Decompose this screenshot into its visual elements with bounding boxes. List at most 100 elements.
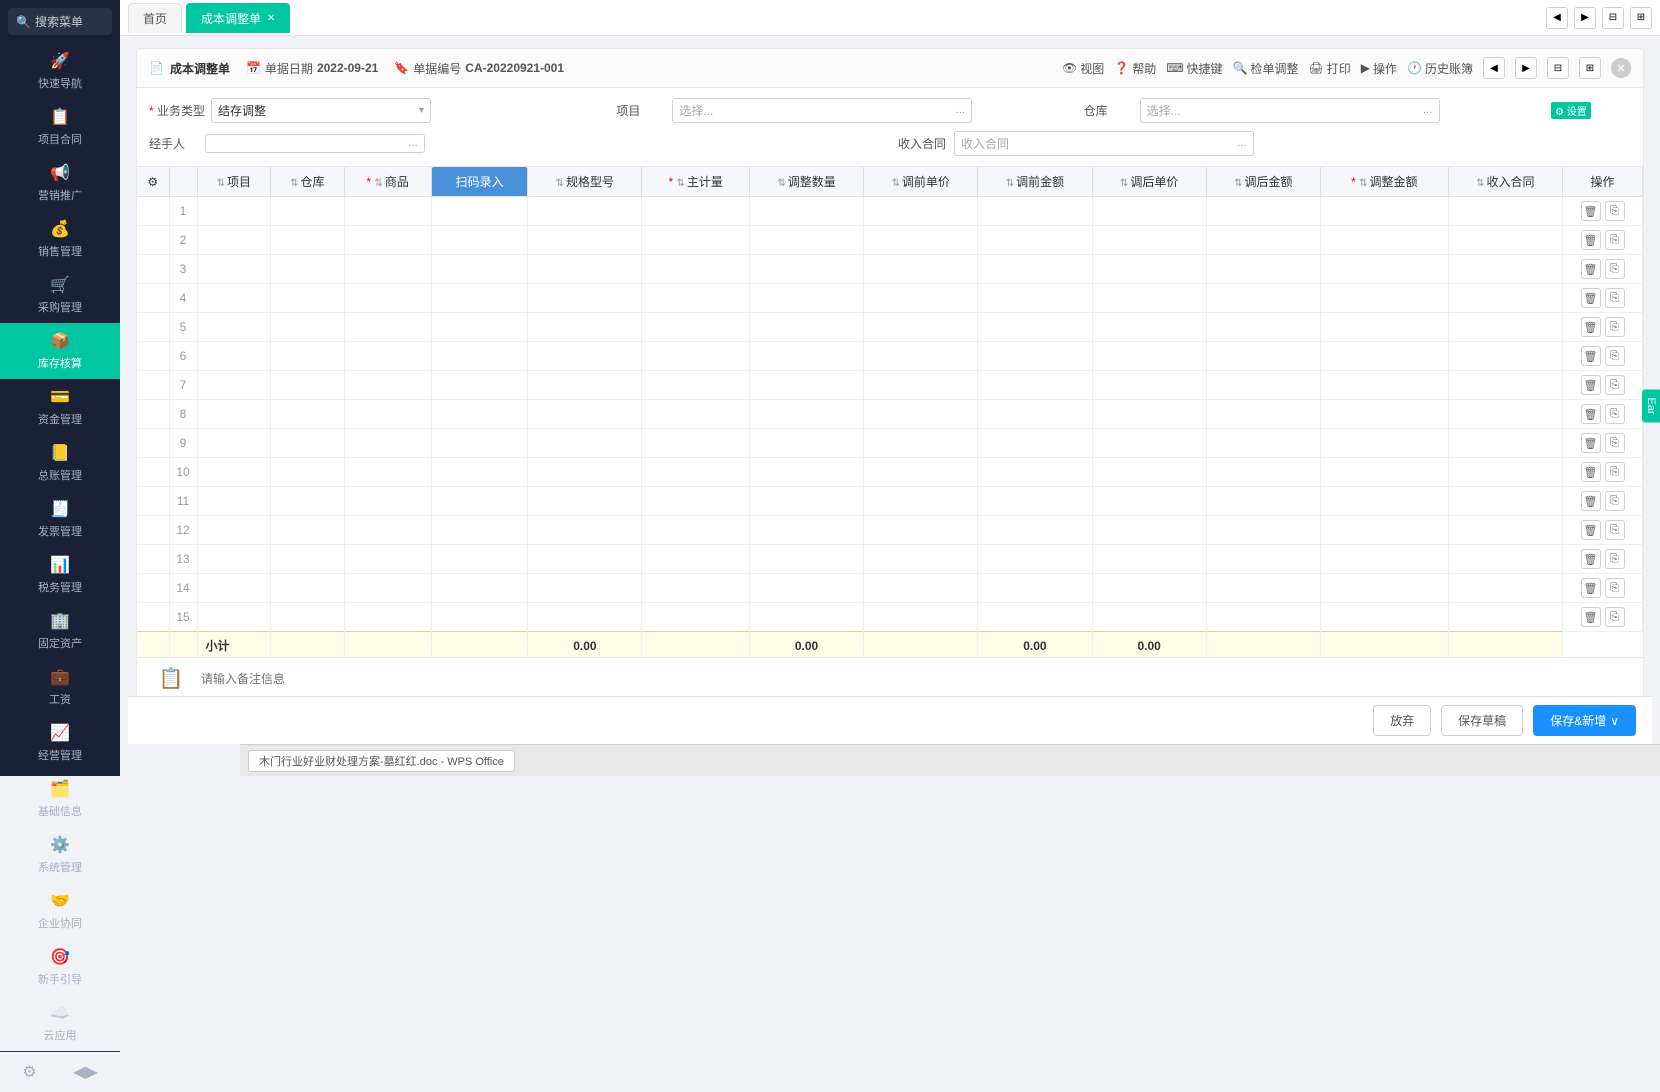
income-contract-cell[interactable] (1448, 400, 1562, 429)
after-amount-cell[interactable] (1206, 487, 1320, 516)
col-header-before-price[interactable]: ⇅调前单价 (864, 167, 978, 197)
after-amount-cell[interactable] (1206, 197, 1320, 226)
after-amount-cell[interactable] (1206, 458, 1320, 487)
tab-close-icon[interactable]: ✕ (267, 13, 275, 24)
product-cell[interactable] (344, 255, 431, 284)
product-cell[interactable] (344, 313, 431, 342)
adjust-amount-cell[interactable] (1320, 429, 1448, 458)
spec-cell[interactable] (528, 574, 642, 603)
adjust-amount-cell[interactable] (1320, 255, 1448, 284)
col-header-spec[interactable]: ⇅规格型号 (528, 167, 642, 197)
warehouse-cell[interactable] (271, 429, 345, 458)
adjust-qty-cell[interactable] (749, 487, 863, 516)
before-amount-cell[interactable] (978, 603, 1092, 632)
before-amount-cell[interactable] (978, 371, 1092, 400)
project-cell[interactable] (197, 400, 271, 429)
spec-cell[interactable] (528, 255, 642, 284)
unit-cell[interactable] (642, 313, 749, 342)
after-amount-cell[interactable] (1206, 255, 1320, 284)
income-contract-cell[interactable] (1448, 313, 1562, 342)
before-price-cell[interactable] (864, 313, 978, 342)
after-price-cell[interactable] (1092, 284, 1206, 313)
col-header-before-amount[interactable]: ⇅调前金额 (978, 167, 1092, 197)
product-cell[interactable] (344, 226, 431, 255)
product-cell[interactable] (344, 516, 431, 545)
sidebar-item-ledger-mgmt[interactable]: 📒 总账管理 (0, 435, 120, 491)
sidebar-item-fund-mgmt[interactable]: 💳 资金管理 (0, 379, 120, 435)
project-cell[interactable] (197, 487, 271, 516)
tab-home[interactable]: 首页 (128, 3, 182, 33)
product-cell[interactable] (344, 487, 431, 516)
header-next-btn[interactable]: ▶ (1515, 57, 1537, 79)
copy-row-icon[interactable]: ⎘ (1605, 201, 1625, 221)
product-cell[interactable] (344, 574, 431, 603)
warehouse-input[interactable]: 选择... … (1140, 98, 1440, 123)
col-header-unit[interactable]: ⇅主计量 (642, 167, 749, 197)
col-header-adjust-amount[interactable]: ⇅调整金额 (1320, 167, 1448, 197)
delete-row-icon[interactable]: 🗑 (1581, 259, 1601, 279)
delete-row-icon[interactable]: 🗑 (1581, 520, 1601, 540)
col-header-project[interactable]: ⇅项目 (197, 167, 271, 197)
before-price-cell[interactable] (864, 458, 978, 487)
after-price-cell[interactable] (1092, 371, 1206, 400)
adjust-qty-cell[interactable] (749, 255, 863, 284)
before-amount-cell[interactable] (978, 574, 1092, 603)
before-amount-cell[interactable] (978, 284, 1092, 313)
abandon-button[interactable]: 放弃 (1373, 705, 1431, 736)
adjust-qty-cell[interactable] (749, 400, 863, 429)
after-amount-cell[interactable] (1206, 313, 1320, 342)
after-price-cell[interactable] (1092, 603, 1206, 632)
sidebar-item-inventory-calc[interactable]: 📦 库存核算 (0, 323, 120, 379)
sidebar-item-payroll[interactable]: 💼 工资 (0, 659, 120, 715)
unit-cell[interactable] (642, 516, 749, 545)
spec-cell[interactable] (528, 400, 642, 429)
product-cell[interactable] (344, 400, 431, 429)
after-amount-cell[interactable] (1206, 574, 1320, 603)
spec-cell[interactable] (528, 545, 642, 574)
product-cell[interactable] (344, 603, 431, 632)
after-amount-cell[interactable] (1206, 342, 1320, 371)
remark-input[interactable] (201, 666, 1631, 698)
adjust-qty-cell[interactable] (749, 342, 863, 371)
copy-row-icon[interactable]: ⎘ (1605, 230, 1625, 250)
warehouse-cell[interactable] (271, 458, 345, 487)
before-price-cell[interactable] (864, 545, 978, 574)
business-type-input[interactable]: 结存调整 ▾ (211, 98, 431, 123)
adjust-amount-cell[interactable] (1320, 603, 1448, 632)
after-price-cell[interactable] (1092, 255, 1206, 284)
adjust-qty-cell[interactable] (749, 313, 863, 342)
action-check[interactable]: 🔍 检单调整 (1233, 60, 1299, 77)
after-price-cell[interactable] (1092, 429, 1206, 458)
adjust-amount-cell[interactable] (1320, 400, 1448, 429)
product-cell[interactable] (344, 458, 431, 487)
delete-row-icon[interactable]: 🗑 (1581, 375, 1601, 395)
header-layout1-btn[interactable]: ⊟ (1547, 57, 1569, 79)
adjust-amount-cell[interactable] (1320, 371, 1448, 400)
product-cell[interactable] (344, 284, 431, 313)
project-cell[interactable] (197, 284, 271, 313)
unit-cell[interactable] (642, 487, 749, 516)
adjust-qty-cell[interactable] (749, 603, 863, 632)
income-contract-cell[interactable] (1448, 371, 1562, 400)
after-price-cell[interactable] (1092, 516, 1206, 545)
sidebar-item-fixed-assets[interactable]: 🏢 固定资产 (0, 603, 120, 659)
scan-cell[interactable] (431, 226, 528, 255)
after-price-cell[interactable] (1092, 574, 1206, 603)
delete-row-icon[interactable]: 🗑 (1581, 404, 1601, 424)
scan-cell[interactable] (431, 342, 528, 371)
before-amount-cell[interactable] (978, 458, 1092, 487)
before-price-cell[interactable] (864, 487, 978, 516)
delete-row-icon[interactable]: 🗑 (1581, 491, 1601, 511)
after-price-cell[interactable] (1092, 313, 1206, 342)
adjust-amount-cell[interactable] (1320, 545, 1448, 574)
scan-cell[interactable] (431, 197, 528, 226)
income-contract-cell[interactable] (1448, 545, 1562, 574)
sidebar-item-system-mgmt[interactable]: ⚙️ 系统管理 (0, 827, 120, 883)
project-cell[interactable] (197, 313, 271, 342)
adjust-amount-cell[interactable] (1320, 458, 1448, 487)
after-amount-cell[interactable] (1206, 429, 1320, 458)
after-price-cell[interactable] (1092, 458, 1206, 487)
warehouse-cell[interactable] (271, 226, 345, 255)
spec-cell[interactable] (528, 603, 642, 632)
product-cell[interactable] (344, 545, 431, 574)
